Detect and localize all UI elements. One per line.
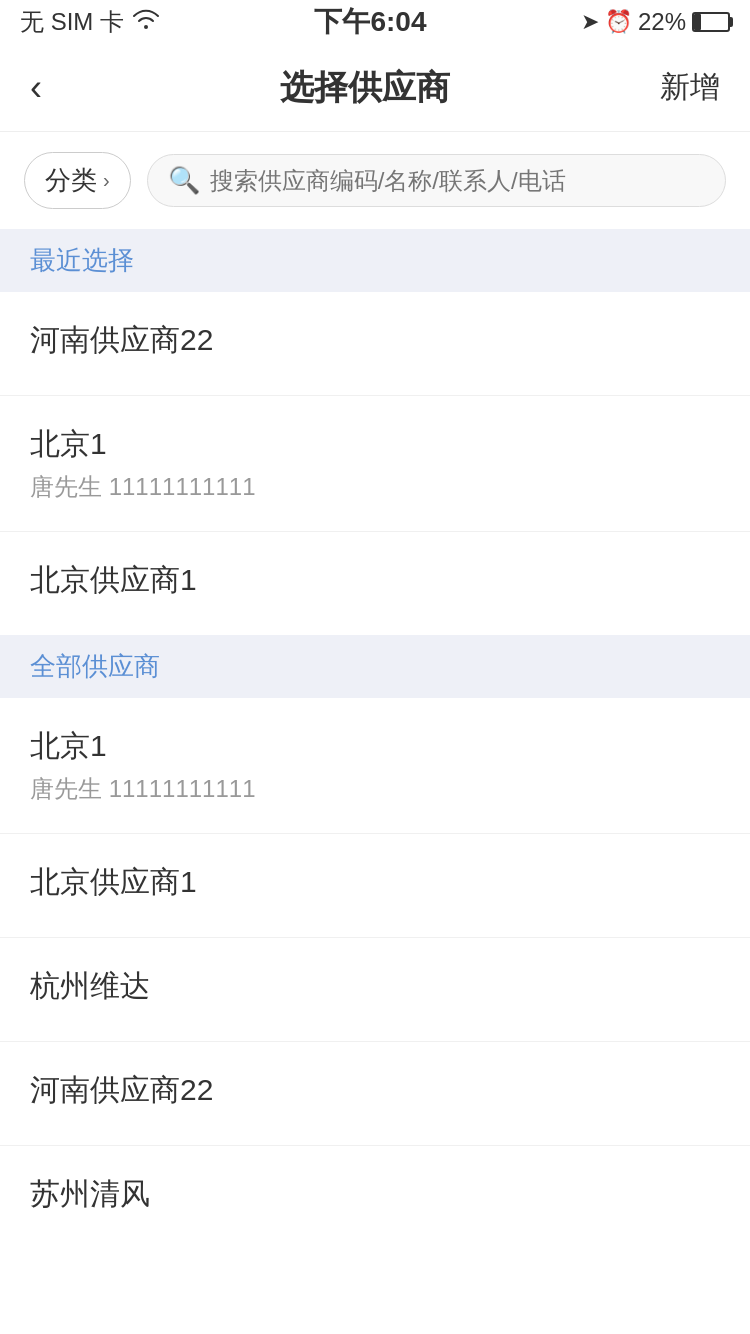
category-button[interactable]: 分类 › (24, 152, 131, 209)
alarm-icon: ⏰ (605, 9, 632, 35)
status-left: 无 SIM 卡 (20, 6, 160, 38)
list-item[interactable]: 北京1 唐先生 11111111111 (0, 698, 750, 834)
list-item[interactable]: 北京供应商1 (0, 834, 750, 938)
page-title: 选择供应商 (90, 65, 640, 111)
list-item[interactable]: 河南供应商22 (0, 1042, 750, 1146)
wifi-icon (132, 8, 160, 36)
list-item[interactable]: 苏州清风 (0, 1146, 750, 1249)
all-section-header: 全部供应商 (0, 635, 750, 698)
list-item[interactable]: 河南供应商22 (0, 292, 750, 396)
status-right: ➤ ⏰ 22% (581, 8, 730, 36)
back-button[interactable]: ‹ (30, 67, 90, 109)
chevron-right-icon: › (103, 169, 110, 192)
supplier-name: 北京1 (30, 424, 720, 465)
search-input[interactable] (210, 167, 705, 195)
search-icon: 🔍 (168, 165, 200, 196)
list-item[interactable]: 北京供应商1 (0, 532, 750, 635)
all-section-label: 全部供应商 (30, 651, 160, 681)
battery-icon (692, 12, 730, 32)
battery-text: 22% (638, 8, 686, 36)
recent-section-label: 最近选择 (30, 245, 134, 275)
all-items-list: 北京1 唐先生 11111111111 北京供应商1 杭州维达河南供应商22 苏州清风 (0, 698, 750, 1249)
supplier-name: 河南供应商22 (30, 1070, 720, 1111)
nav-bar: ‹ 选择供应商 新增 (0, 44, 750, 132)
supplier-name: 北京1 (30, 726, 720, 767)
carrier-text: 无 SIM 卡 (20, 6, 124, 38)
list-item[interactable]: 杭州维达 (0, 938, 750, 1042)
supplier-contact: 唐先生 11111111111 (30, 773, 720, 805)
search-box: 🔍 (147, 154, 726, 207)
supplier-contact: 唐先生 11111111111 (30, 471, 720, 503)
recent-items-list: 河南供应商22 北京1 唐先生 11111111111 北京供应商1 (0, 292, 750, 635)
category-label: 分类 (45, 163, 97, 198)
supplier-name: 杭州维达 (30, 966, 720, 1007)
status-bar: 无 SIM 卡 下午6:04 ➤ ⏰ 22% (0, 0, 750, 44)
add-button[interactable]: 新增 (640, 67, 720, 108)
location-icon: ➤ (581, 9, 599, 35)
list-item[interactable]: 北京1 唐先生 11111111111 (0, 396, 750, 532)
recent-section-header: 最近选择 (0, 229, 750, 292)
supplier-name: 河南供应商22 (30, 320, 720, 361)
supplier-name: 北京供应商1 (30, 862, 720, 903)
supplier-name: 苏州清风 (30, 1174, 720, 1215)
supplier-name: 北京供应商1 (30, 560, 720, 601)
filter-row: 分类 › 🔍 (0, 132, 750, 229)
status-time: 下午6:04 (314, 3, 426, 41)
